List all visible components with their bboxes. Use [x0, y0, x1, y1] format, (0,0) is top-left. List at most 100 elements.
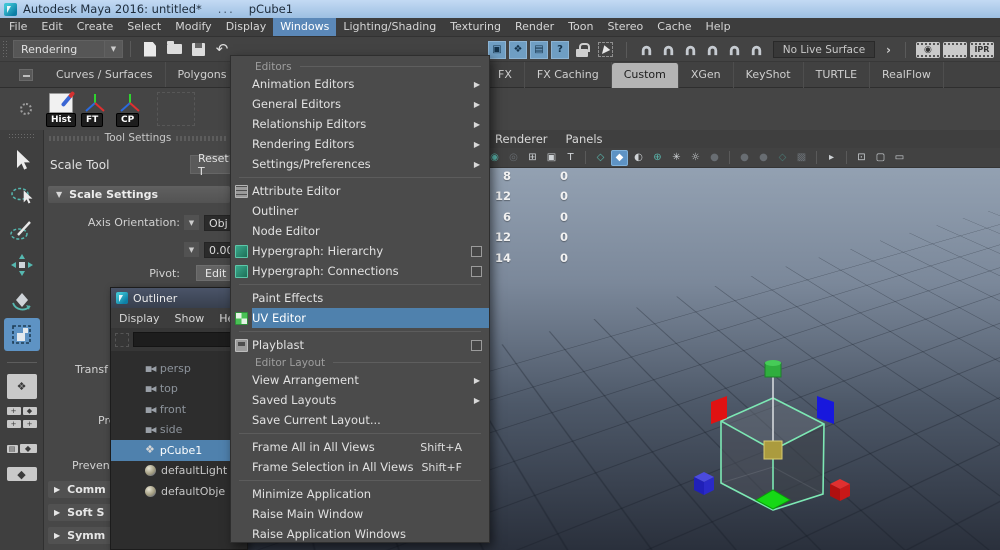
- menu-file[interactable]: File: [2, 18, 34, 36]
- render-current-frame-button[interactable]: [943, 42, 967, 58]
- anti-aliasing-icon[interactable]: ◇: [774, 150, 791, 166]
- outliner-item-side[interactable]: ■◀side: [111, 420, 247, 441]
- menu-item-node-editor[interactable]: Node Editor: [231, 221, 489, 241]
- option-box[interactable]: [471, 340, 482, 351]
- shelf-tab-keyshot[interactable]: KeyShot: [734, 62, 804, 88]
- menu-item-raise-main-window[interactable]: Raise Main Window: [231, 504, 489, 524]
- outliner-menu-show[interactable]: Show: [175, 312, 205, 325]
- paint-select-tool[interactable]: [4, 213, 40, 246]
- outliner-item-persp[interactable]: ■◀persp: [111, 358, 247, 379]
- undo-button[interactable]: ↶: [212, 39, 232, 59]
- tool-settings-title[interactable]: Tool Settings: [44, 130, 232, 146]
- select-hierarchy-button[interactable]: ▣: [488, 41, 506, 59]
- move-tool[interactable]: [4, 248, 40, 281]
- reset-tool-button[interactable]: Reset T: [190, 155, 233, 174]
- menu-select[interactable]: Select: [120, 18, 168, 36]
- menu-render[interactable]: Render: [508, 18, 561, 36]
- menu-item-raise-application-windows[interactable]: Raise Application Windows: [231, 524, 489, 543]
- axis-orientation-dropdown-icon[interactable]: ▼: [184, 215, 199, 230]
- snap-to-view-plane-icon[interactable]: [727, 42, 742, 57]
- menu-item-frame-all-in-all-views[interactable]: Frame All in All ViewsShift+A: [231, 437, 489, 457]
- shelf-tab-xgen[interactable]: XGen: [679, 62, 734, 88]
- shelf-tab-realflow[interactable]: RealFlow: [870, 62, 944, 88]
- ipr-render-button[interactable]: IPR: [970, 42, 994, 58]
- outliner-item-front[interactable]: ■◀front: [111, 399, 247, 420]
- menu-item-paint-effects[interactable]: Paint Effects: [231, 288, 489, 308]
- menu-edit[interactable]: Edit: [34, 18, 69, 36]
- live-surface-field[interactable]: No Live Surface: [773, 41, 875, 58]
- menu-item-rendering-editors[interactable]: Rendering Editors▶: [231, 134, 489, 154]
- menu-cache[interactable]: Cache: [650, 18, 698, 36]
- save-scene-button[interactable]: [188, 39, 208, 59]
- shelf-gear-icon[interactable]: [20, 103, 32, 115]
- shelf-menu-icon[interactable]: [19, 69, 33, 81]
- menu-item-settings-preferences[interactable]: Settings/Preferences▶: [231, 154, 489, 174]
- texture-placement-icon[interactable]: ▩: [793, 150, 810, 166]
- snap-to-grid-icon[interactable]: [639, 42, 654, 57]
- menu-set-selector[interactable]: Rendering: [13, 40, 105, 58]
- shelf-button-cp[interactable]: CP: [116, 91, 148, 127]
- layout-single-pane-button[interactable]: ❖: [7, 374, 37, 399]
- shelf-tab-curves-surfaces[interactable]: Curves / Surfaces: [44, 62, 166, 87]
- shadows-icon[interactable]: ●: [706, 150, 723, 166]
- scale-settings-section[interactable]: ▼ Scale Settings: [48, 186, 230, 203]
- menu-texturing[interactable]: Texturing: [443, 18, 508, 36]
- menu-help[interactable]: Help: [699, 18, 738, 36]
- manipulator-center-handle[interactable]: [764, 441, 782, 459]
- lighting-toggle-icon[interactable]: ◎: [505, 150, 522, 166]
- highlight-selection-icon[interactable]: [598, 42, 613, 57]
- viewport-select-icon[interactable]: ▸: [823, 150, 840, 166]
- menu-item-save-current-layout[interactable]: Save Current Layout...: [231, 410, 489, 430]
- outliner-item-defaultobjectset[interactable]: defaultObje: [111, 481, 247, 502]
- shelf-tab-fx-caching[interactable]: FX Caching: [525, 62, 612, 88]
- outliner-item-pcube1[interactable]: ❖pCube1: [111, 440, 247, 461]
- panel-menu-renderer[interactable]: Renderer: [495, 132, 548, 146]
- shelf-tab-turtle[interactable]: TURTLE: [804, 62, 870, 88]
- menu-item-frame-selection-in-all-views[interactable]: Frame Selection in All ViewsShift+F: [231, 457, 489, 477]
- shelf-tab-polygons[interactable]: Polygons: [166, 62, 240, 87]
- menu-item-hypergraph-connections[interactable]: Hypergraph: Connections: [231, 261, 489, 281]
- menu-item-saved-layouts[interactable]: Saved Layouts▶: [231, 390, 489, 410]
- tear-off-panel-icon[interactable]: ⊡: [853, 150, 870, 166]
- select-tool[interactable]: [4, 143, 40, 176]
- use-default-material-icon[interactable]: ⊕: [649, 150, 666, 166]
- select-component-button[interactable]: ▤: [530, 41, 548, 59]
- open-scene-button[interactable]: [164, 39, 184, 59]
- pane-layout-icon[interactable]: ⊞: [524, 150, 541, 166]
- expand-chevron-icon[interactable]: ›: [886, 43, 891, 57]
- menu-item-outliner[interactable]: Outliner: [231, 201, 489, 221]
- menu-windows[interactable]: Windows: [273, 18, 336, 36]
- manipulator-y-handle[interactable]: [765, 360, 781, 377]
- select-mask-help-button[interactable]: ?: [551, 41, 569, 59]
- select-object-button[interactable]: ❖: [509, 41, 527, 59]
- layout-wide-button[interactable]: ◆: [7, 467, 37, 481]
- outliner-item-defaultlight[interactable]: defaultLight: [111, 461, 247, 482]
- menu-item-minimize-application[interactable]: Minimize Application: [231, 484, 489, 504]
- manipulator-z-cube-handle[interactable]: [694, 472, 714, 495]
- snap-to-point-icon[interactable]: [683, 42, 698, 57]
- menu-set-arrow-icon[interactable]: ▼: [105, 40, 123, 58]
- menu-item-view-arrangement[interactable]: View Arrangement▶: [231, 370, 489, 390]
- smooth-shade-mode-icon[interactable]: ◆: [611, 150, 628, 166]
- snap-value-field[interactable]: 0.00: [204, 242, 233, 258]
- edit-pivot-button[interactable]: Edit: [196, 265, 233, 281]
- menu-item-relationship-editors[interactable]: Relationship Editors▶: [231, 114, 489, 134]
- menu-item-uv-editor[interactable]: UV Editor: [231, 308, 489, 328]
- manipulator-z-plane-handle[interactable]: [817, 396, 834, 424]
- snap-dropdown-icon[interactable]: ▼: [184, 242, 199, 257]
- rotate-tool[interactable]: [4, 283, 40, 316]
- all-lights-icon[interactable]: ☼: [687, 150, 704, 166]
- lock-selection-icon[interactable]: [576, 43, 588, 57]
- shelf-button-ft[interactable]: FT: [81, 91, 113, 127]
- panel-menu-panels[interactable]: Panels: [566, 132, 603, 146]
- drag-handle-icon[interactable]: [8, 133, 36, 138]
- menu-item-animation-editors[interactable]: Animation Editors▶: [231, 74, 489, 94]
- menu-display[interactable]: Display: [219, 18, 274, 36]
- menu-toon[interactable]: Toon: [561, 18, 600, 36]
- menu-create[interactable]: Create: [70, 18, 121, 36]
- snap-to-projected-center-icon[interactable]: [705, 42, 720, 57]
- layout-four-pane-button[interactable]: +◆++: [7, 405, 37, 430]
- snap-to-curve-icon[interactable]: [661, 42, 676, 57]
- film-gate-icon[interactable]: ▣: [543, 150, 560, 166]
- hud-toggle-icon[interactable]: T: [562, 150, 579, 166]
